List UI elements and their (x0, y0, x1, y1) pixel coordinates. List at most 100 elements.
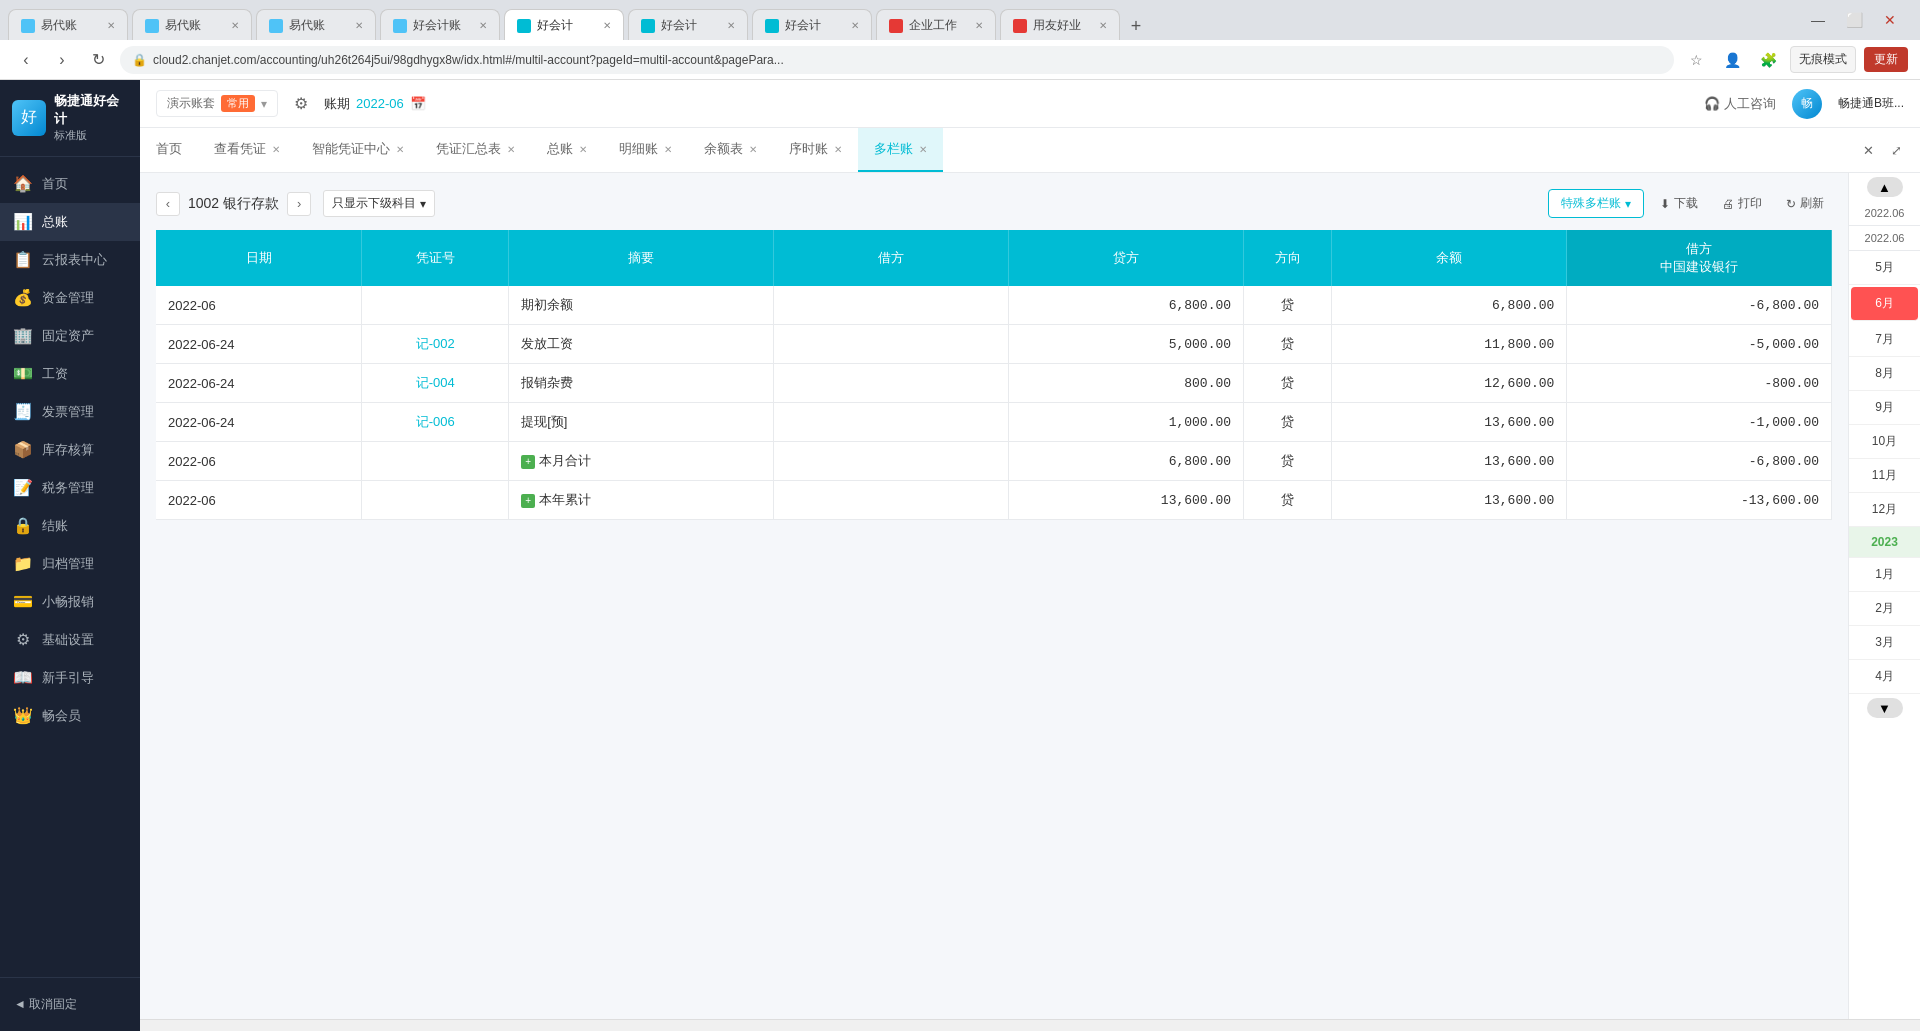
browser-tab-t6[interactable]: 好会计 ✕ (628, 9, 748, 40)
period-label: 账期 (324, 95, 350, 113)
calendar-month-2023-3月[interactable]: 3月 (1849, 626, 1920, 660)
calendar-scroll-down[interactable]: ▼ (1867, 698, 1903, 718)
filter-select[interactable]: 只显示下级科目 ▾ (323, 190, 435, 217)
profile-button[interactable]: 👤 (1718, 46, 1746, 74)
tab-collapse-button[interactable]: ✕ (1856, 138, 1880, 162)
page-tab-home[interactable]: 首页 (140, 128, 198, 172)
tab-close-t1[interactable]: ✕ (107, 20, 115, 31)
page-tab-close-general-ledger[interactable]: ✕ (579, 144, 587, 155)
sidebar-item-funds[interactable]: 💰 资金管理 (0, 279, 140, 317)
calendar-month-2022-5月[interactable]: 5月 (1849, 251, 1920, 285)
sidebar-item-assets[interactable]: 🏢 固定资产 (0, 317, 140, 355)
close-button[interactable]: ✕ (1876, 6, 1904, 34)
sidebar-item-archive[interactable]: 📁 归档管理 (0, 545, 140, 583)
calendar-month-2023-1月[interactable]: 1月 (1849, 558, 1920, 592)
page-tab-close-voucher-view[interactable]: ✕ (272, 144, 280, 155)
page-tab-detail-ledger[interactable]: 明细账✕ (603, 128, 688, 172)
sidebar-item-tax[interactable]: 📝 税务管理 (0, 469, 140, 507)
update-button[interactable]: 更新 (1864, 47, 1908, 72)
calendar-month-2022-12月[interactable]: 12月 (1849, 493, 1920, 527)
tab-close-t4[interactable]: ✕ (479, 20, 487, 31)
page-tab-voucher-summary[interactable]: 凭证汇总表✕ (420, 128, 531, 172)
sidebar-item-home[interactable]: 🏠 首页 (0, 165, 140, 203)
calendar-month-2022-10月[interactable]: 10月 (1849, 425, 1920, 459)
page-tab-close-multi-ledger[interactable]: ✕ (919, 144, 927, 155)
browser-tab-t4[interactable]: 好会计账 ✕ (380, 9, 500, 40)
forward-button[interactable]: › (48, 46, 76, 74)
sidebar-item-invoice[interactable]: 🧾 发票管理 (0, 393, 140, 431)
tab-close-t8[interactable]: ✕ (975, 20, 983, 31)
page-tab-close-voucher-summary[interactable]: ✕ (507, 144, 515, 155)
browser-tab-t3[interactable]: 易代账 ✕ (256, 9, 376, 40)
sidebar-item-inventory[interactable]: 📦 库存核算 (0, 431, 140, 469)
settings-icon[interactable]: ⚙ (294, 94, 308, 113)
tab-close-t9[interactable]: ✕ (1099, 20, 1107, 31)
page-tab-voucher-view[interactable]: 查看凭证✕ (198, 128, 296, 172)
calendar-month-2022-6月[interactable]: 6月 (1851, 287, 1918, 321)
browser-tab-t8[interactable]: 企业工作 ✕ (876, 9, 996, 40)
restore-button[interactable]: ⬜ (1840, 6, 1868, 34)
extensions-button[interactable]: 🧩 (1754, 46, 1782, 74)
tab-close-t5[interactable]: ✕ (603, 20, 611, 31)
page-tab-close-smart-voucher[interactable]: ✕ (396, 144, 404, 155)
account-prev-button[interactable]: ‹ (156, 192, 180, 216)
account-next-button[interactable]: › (287, 192, 311, 216)
calendar-month-2023-4月[interactable]: 4月 (1849, 660, 1920, 694)
refresh-button[interactable]: ↻ 刷新 (1778, 190, 1832, 217)
page-tab-general-ledger[interactable]: 总账✕ (531, 128, 603, 172)
minimize-button[interactable]: — (1804, 6, 1832, 34)
print-button[interactable]: 🖨 打印 (1714, 190, 1770, 217)
page-tab-balance-table[interactable]: 余额表✕ (688, 128, 773, 172)
page-tab-multi-ledger[interactable]: 多栏账✕ (858, 128, 943, 172)
voucher-link-1[interactable]: 记-002 (416, 336, 455, 351)
tab-close-t6[interactable]: ✕ (727, 20, 735, 31)
sidebar-item-ledger[interactable]: 📊 总账 (0, 203, 140, 241)
download-icon: ⬇ (1660, 197, 1670, 211)
voucher-link-2[interactable]: 记-004 (416, 375, 455, 390)
calendar-month-2022-7月[interactable]: 7月 (1849, 323, 1920, 357)
page-tab-smart-voucher[interactable]: 智能凭证中心✕ (296, 128, 420, 172)
right-calendar-panel: ▲ 2022.06 2022.06 5月6月7月8月9月10月11月12月 20… (1848, 173, 1920, 1019)
page-tab-close-time-ledger[interactable]: ✕ (834, 144, 842, 155)
special-multicolumn-button[interactable]: 特殊多栏账 ▾ (1548, 189, 1644, 218)
bookmark-button[interactable]: ☆ (1682, 46, 1710, 74)
wuhen-button[interactable]: 无痕模式 (1790, 46, 1856, 73)
download-button[interactable]: ⬇ 下载 (1652, 190, 1706, 217)
sidebar-item-expense[interactable]: 💳 小畅报销 (0, 583, 140, 621)
sidebar-item-basic[interactable]: ⚙ 基础设置 (0, 621, 140, 659)
calendar-month-2022-9月[interactable]: 9月 (1849, 391, 1920, 425)
back-button[interactable]: ‹ (12, 46, 40, 74)
unpin-button[interactable]: ◄ 取消固定 (0, 986, 140, 1023)
account-chevron-icon[interactable]: ▾ (261, 97, 267, 111)
tab-close-t7[interactable]: ✕ (851, 20, 859, 31)
browser-tab-t2[interactable]: 易代账 ✕ (132, 9, 252, 40)
calendar-month-2022-8月[interactable]: 8月 (1849, 357, 1920, 391)
calendar-icon[interactable]: 📅 (410, 96, 426, 111)
calendar-month-2022-11月[interactable]: 11月 (1849, 459, 1920, 493)
browser-chrome: 易代账 ✕ 易代账 ✕ 易代账 ✕ 好会计账 ✕ 好会计 ✕ 好会计 ✕ 好会计… (0, 0, 1920, 40)
page-tab-time-ledger[interactable]: 序时账✕ (773, 128, 858, 172)
new-tab-button[interactable]: + (1122, 12, 1150, 40)
sidebar-item-guide[interactable]: 📖 新手引导 (0, 659, 140, 697)
sidebar-item-member[interactable]: 👑 畅会员 (0, 697, 140, 735)
tab-close-t3[interactable]: ✕ (355, 20, 363, 31)
browser-tab-t5[interactable]: 好会计 ✕ (504, 9, 624, 40)
page-tab-close-detail-ledger[interactable]: ✕ (664, 144, 672, 155)
reload-button[interactable]: ↻ (84, 46, 112, 74)
url-bar[interactable]: 🔒 cloud2.chanjet.com/accounting/uh26t264… (120, 46, 1674, 74)
page-tab-close-balance-table[interactable]: ✕ (749, 144, 757, 155)
consult-button[interactable]: 🎧 人工咨询 (1704, 95, 1776, 113)
sidebar-item-close[interactable]: 🔒 结账 (0, 507, 140, 545)
sidebar-item-reports[interactable]: 📋 云报表中心 (0, 241, 140, 279)
horizontal-scroll-bar[interactable] (140, 1019, 1920, 1031)
browser-tab-t7[interactable]: 好会计 ✕ (752, 9, 872, 40)
sidebar-item-salary[interactable]: 💵 工资 (0, 355, 140, 393)
calendar-scroll-up[interactable]: ▲ (1867, 177, 1903, 197)
browser-tab-t9[interactable]: 用友好业 ✕ (1000, 9, 1120, 40)
voucher-link-3[interactable]: 记-006 (416, 414, 455, 429)
tab-expand-button[interactable]: ⤢ (1884, 138, 1908, 162)
tab-close-t2[interactable]: ✕ (231, 20, 239, 31)
browser-tab-t1[interactable]: 易代账 ✕ (8, 9, 128, 40)
user-avatar[interactable]: 畅 (1792, 89, 1822, 119)
calendar-month-2023-2月[interactable]: 2月 (1849, 592, 1920, 626)
